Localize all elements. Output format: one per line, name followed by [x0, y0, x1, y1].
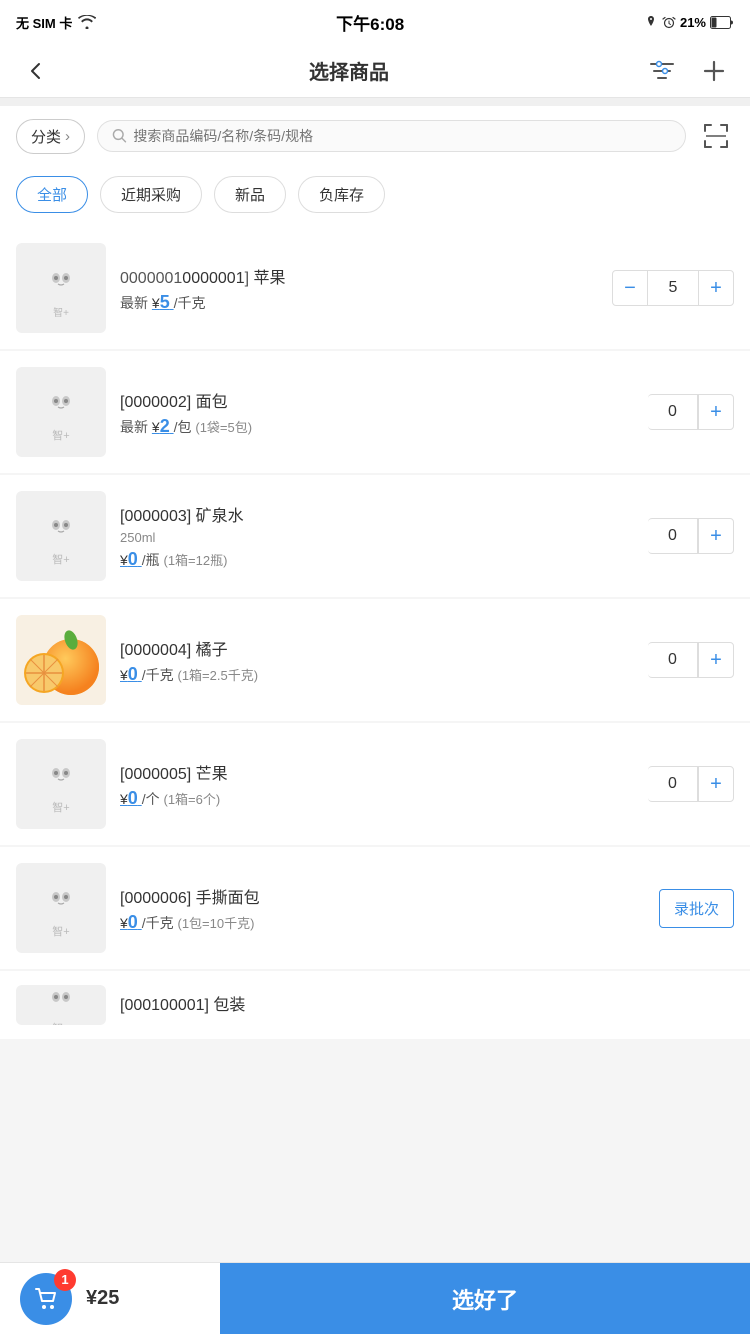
product-info: [0000004] 橘子 ¥0 /千克 (1箱=2.5千克)	[120, 636, 634, 685]
alarm-icon	[662, 15, 676, 29]
product-info: [0000005] 芒果 ¥0 /个 (1箱=6个)	[120, 760, 634, 809]
product-info: 00000010000001] 苹果 最新 ¥5 /千克	[120, 264, 598, 313]
quantity-increase-button[interactable]: +	[698, 270, 734, 306]
quantity-input[interactable]	[648, 642, 698, 678]
product-thumbnail: 智+	[16, 985, 106, 1025]
cart-icon	[32, 1285, 60, 1313]
product-thumbnail: 智+	[16, 367, 106, 457]
status-left: 无 SIM 卡	[16, 13, 96, 32]
product-name: [0000005] 芒果	[120, 760, 634, 784]
product-price: ¥0 /千克 (1箱=2.5千克)	[120, 664, 634, 685]
product-price: ¥0 /个 (1箱=6个)	[120, 788, 634, 809]
quantity-control: +	[648, 642, 734, 678]
scan-icon	[702, 122, 730, 150]
product-price: 最新 ¥5 /千克	[120, 292, 598, 313]
quantity-input[interactable]	[648, 518, 698, 554]
product-info: [0000002] 面包 最新 ¥2 /包 (1袋=5包)	[120, 388, 634, 437]
tab-new[interactable]: 新品	[214, 176, 286, 213]
search-icon	[112, 128, 127, 144]
filter-row: 分类 ›	[0, 106, 750, 166]
product-item: 智+ [0000005] 芒果 ¥0 /个 (1箱=6个) +	[0, 723, 750, 845]
batch-button[interactable]: 录批次	[659, 889, 734, 928]
bottom-spacer	[0, 1041, 750, 1113]
back-button[interactable]	[20, 55, 52, 87]
product-name: 00000010000001] 苹果	[120, 264, 598, 288]
battery-icon	[710, 16, 734, 29]
product-item: 智+ [0000002] 面包 最新 ¥2 /包 (1袋=5包) +	[0, 351, 750, 473]
quantity-input[interactable]	[648, 766, 698, 802]
product-thumbnail: 智+	[16, 243, 106, 333]
product-item: 智+ [0000006] 手撕面包 ¥0 /千克 (1包=10千克) 录批次	[0, 847, 750, 969]
product-name: [0000004] 橘子	[120, 636, 634, 660]
location-icon	[644, 15, 658, 29]
product-name: [0000006] 手撕面包	[120, 884, 645, 908]
search-input[interactable]	[133, 128, 671, 144]
quantity-input[interactable]	[648, 270, 698, 306]
product-thumbnail: 智+	[16, 863, 106, 953]
status-right: 21%	[644, 15, 734, 30]
product-info: [0000003] 矿泉水 250ml ¥0 /瓶 (1箱=12瓶)	[120, 502, 634, 570]
product-info: [000100001] 包装	[120, 991, 734, 1019]
add-button[interactable]	[698, 55, 730, 87]
quantity-control: − +	[612, 270, 734, 306]
product-price: 最新 ¥2 /包 (1袋=5包)	[120, 416, 634, 437]
quantity-increase-button[interactable]: +	[698, 518, 734, 554]
page-title: 选择商品	[309, 56, 389, 85]
cart-section: 1 ¥25	[0, 1273, 220, 1325]
battery-text: 21%	[680, 15, 706, 30]
quantity-control: +	[648, 766, 734, 802]
tab-row: 全部 近期采购 新品 负库存	[0, 166, 750, 227]
product-price: ¥0 /千克 (1包=10千克)	[120, 912, 645, 933]
quantity-control: +	[648, 394, 734, 430]
nav-bar: 选择商品	[0, 44, 750, 98]
scan-button[interactable]	[698, 118, 734, 154]
product-spec: 250ml	[120, 530, 634, 545]
confirm-button[interactable]: 选好了	[220, 1263, 750, 1334]
quantity-increase-button[interactable]: +	[698, 766, 734, 802]
quantity-increase-button[interactable]: +	[698, 394, 734, 430]
product-price: ¥0 /瓶 (1箱=12瓶)	[120, 549, 634, 570]
quantity-increase-button[interactable]: +	[698, 642, 734, 678]
product-thumbnail	[16, 615, 106, 705]
tab-all[interactable]: 全部	[16, 176, 88, 213]
wifi-icon	[78, 15, 96, 29]
carrier-text: 无 SIM 卡	[16, 13, 72, 32]
filter-button[interactable]	[646, 55, 678, 87]
product-item: [0000004] 橘子 ¥0 /千克 (1箱=2.5千克) +	[0, 599, 750, 721]
product-info: [0000006] 手撕面包 ¥0 /千克 (1包=10千克)	[120, 884, 645, 933]
product-name: [000100001] 包装	[120, 991, 734, 1015]
product-item: 智+ [0000003] 矿泉水 250ml ¥0 /瓶 (1箱=12瓶) +	[0, 475, 750, 597]
status-bar: 无 SIM 卡 下午6:08 21%	[0, 0, 750, 44]
search-bar	[97, 120, 686, 152]
quantity-decrease-button[interactable]: −	[612, 270, 648, 306]
tab-recent[interactable]: 近期采购	[100, 176, 202, 213]
product-thumbnail: 智+	[16, 491, 106, 581]
cart-button[interactable]: 1	[20, 1273, 72, 1325]
filter-icon	[649, 60, 675, 82]
cart-total: ¥25	[86, 1287, 119, 1310]
add-icon	[703, 60, 725, 82]
product-item: 智+ 00000010000001] 苹果 最新 ¥5 /千克 − +	[0, 227, 750, 349]
status-time: 下午6:08	[336, 10, 404, 35]
quantity-input[interactable]	[648, 394, 698, 430]
product-list: 智+ 00000010000001] 苹果 最新 ¥5 /千克 − +	[0, 227, 750, 1039]
divider-1	[0, 98, 750, 106]
bottom-bar: 1 ¥25 选好了	[0, 1262, 750, 1334]
tab-negative-stock[interactable]: 负库存	[298, 176, 385, 213]
product-name: [0000002] 面包	[120, 388, 634, 412]
chevron-right-icon: ›	[65, 128, 70, 145]
nav-actions	[646, 55, 730, 87]
category-button[interactable]: 分类 ›	[16, 119, 85, 154]
product-thumbnail: 智+	[16, 739, 106, 829]
product-item-partial: 智+ [000100001] 包装	[0, 971, 750, 1039]
quantity-control: +	[648, 518, 734, 554]
product-name: [0000003] 矿泉水	[120, 502, 634, 526]
cart-badge: 1	[54, 1269, 76, 1291]
